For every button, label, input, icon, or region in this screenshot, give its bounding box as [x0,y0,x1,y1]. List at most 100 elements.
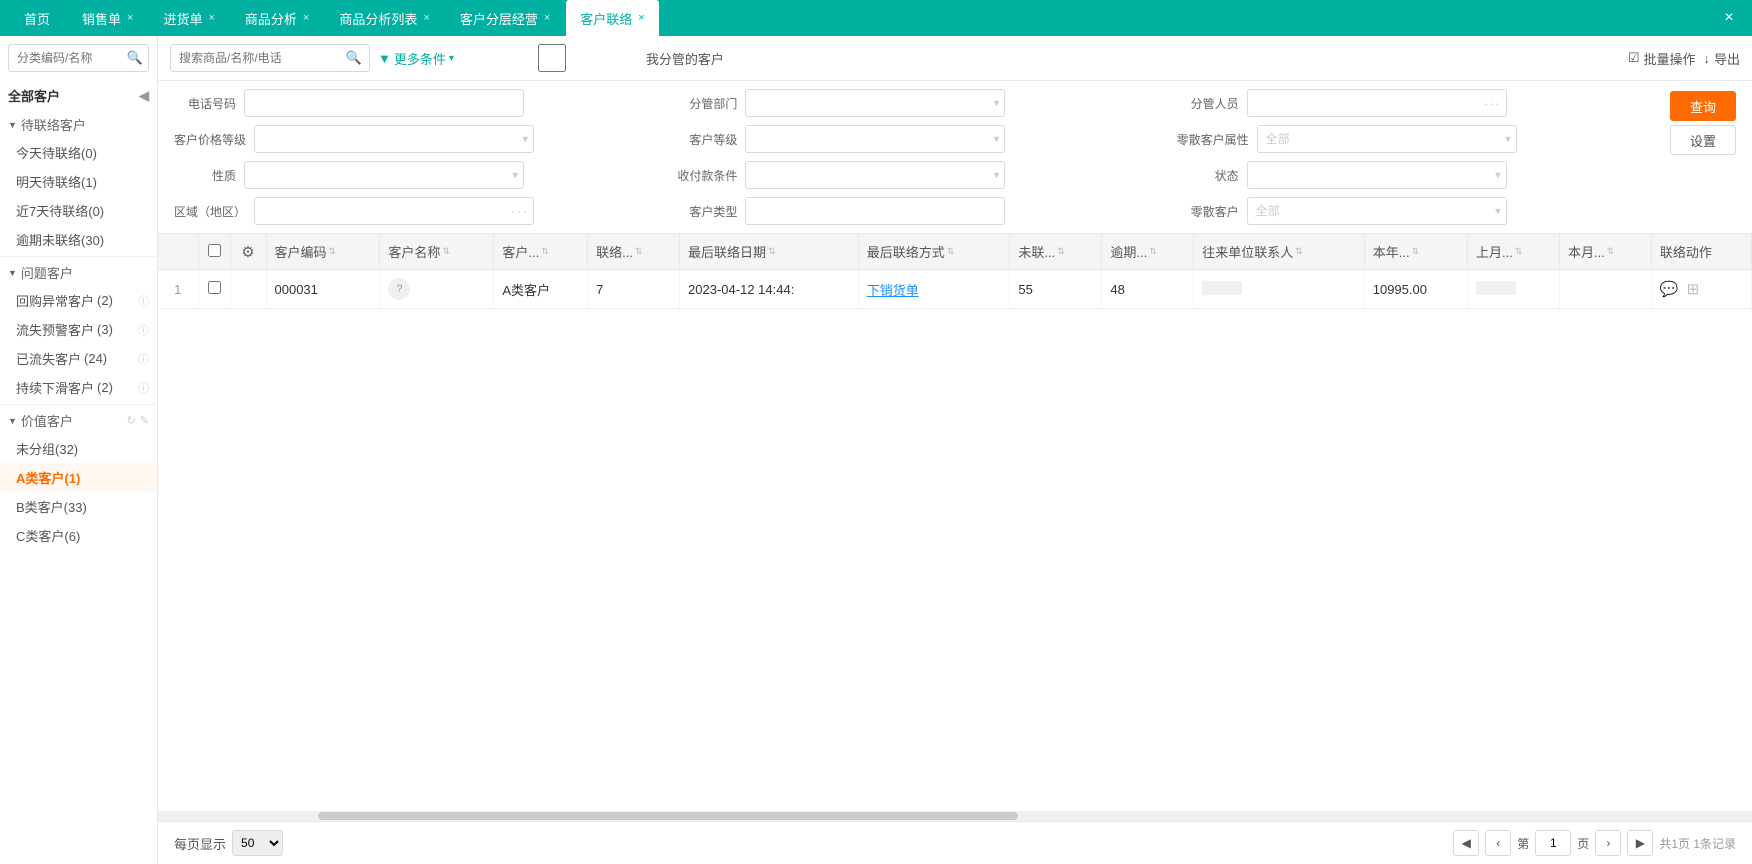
close-customer-segment-tab[interactable]: × [544,12,550,24]
name-sort-icon[interactable]: ⇅ [442,247,450,256]
sidebar-item-today-pending[interactable]: 今天待联络(0) [0,138,157,167]
all-customers-header[interactable]: 全部客户 ◀ [0,80,157,111]
select-all-checkbox[interactable] [208,244,221,257]
nav-tab-customer-segment[interactable]: 客户分层经营 × [446,0,564,36]
sidebar-item-unclassified[interactable]: 未分组(32) [0,434,157,463]
page-size-selector: 每页显示 50 100 200 [174,830,283,856]
col-gear: ⚙ [230,234,266,270]
col-name: 客户名称 ⇅ [380,234,494,270]
horizontal-scrollbar[interactable] [158,811,1752,821]
row-last-method-cell: 下销货单 [858,270,1010,309]
row-checkbox[interactable] [208,281,221,294]
scrollbar-thumb[interactable] [318,812,1018,820]
customer-type-label: 客户类型 [675,203,745,220]
page-number-input[interactable] [1535,830,1571,856]
query-button[interactable]: 查询 [1670,91,1736,121]
filter-rows-wrapper: 电话号码 分管部门 ▾ 分管人员 [174,89,1736,225]
nav-tab-sales[interactable]: 销售单 × [68,0,147,36]
my-customers-checkbox-container[interactable]: 我分管的客户 [462,44,724,72]
contact-sort-icon[interactable]: ⇅ [635,247,643,256]
sidebar-item-class-a[interactable]: A类客户(1) [0,463,157,492]
payment-field: 收付款条件 ▾ [675,161,1152,189]
sidebar-item-class-c[interactable]: C类客户(6) [0,521,157,550]
region-input[interactable] [254,197,534,225]
sidebar-search-container: 🔍 [0,36,157,80]
payment-select[interactable] [745,161,1005,189]
search-wrapper: 🔍 [170,44,370,72]
sidebar-item-declining[interactable]: 持续下滑客户 (2) ⓘ [0,373,157,402]
edit-icon[interactable]: ✎ [140,414,149,427]
code-sort-icon[interactable]: ⇅ [329,247,337,256]
pending-group-title[interactable]: ▼ 待联络客户 [0,111,157,138]
unit-contact-sort-icon[interactable]: ⇅ [1295,247,1303,256]
col-checkbox [198,234,230,270]
nav-tab-purchase[interactable]: 进货单 × [149,0,228,36]
this-month-sort-icon[interactable]: ⇅ [1607,247,1615,256]
settings-button[interactable]: 设置 [1670,125,1736,155]
this-year-sort-icon[interactable]: ⇅ [1412,247,1420,256]
refresh-icon[interactable]: ↻ [127,414,136,427]
sidebar-item-churned[interactable]: 已流失客户 (24) ⓘ [0,344,157,373]
main-layout: 🔍 全部客户 ◀ ▼ 待联络客户 今天待联络(0) 明天待联络(1) 近7天待联… [0,36,1752,864]
last-method-sort-icon[interactable]: ⇅ [947,247,955,256]
row-code-cell: 000031 [266,270,380,309]
dept-select[interactable] [745,89,1005,117]
customer-tier-field: 客户等级 ▾ [675,125,1152,153]
price-tier-select[interactable] [254,125,534,153]
sidebar-item-overdue-pending[interactable]: 逾期未联络(30) [0,225,157,254]
sidebar-item-churn-warning[interactable]: 流失预警客户 (3) ⓘ [0,315,157,344]
batch-operation-button[interactable]: ☑ 批量操作 [1628,49,1696,68]
nav-home[interactable]: 首页 [8,0,66,36]
customer-type-input[interactable] [745,197,1005,225]
close-product-analysis-tab[interactable]: × [303,12,309,24]
col-unit-contact: 往来单位联系人 ⇅ [1194,234,1364,270]
main-search-icon[interactable]: 🔍 [346,50,362,66]
sidebar-item-repurchase-abnormal[interactable]: 回购异常客户 (2) ⓘ [0,286,157,315]
payment-label: 收付款条件 [675,167,745,184]
more-filter-button[interactable]: ▼ 更多条件 ▾ [378,49,454,68]
window-close-button[interactable]: × [1714,3,1744,33]
nav-tab-product-list[interactable]: 商品分析列表 × [325,0,443,36]
type-sort-icon[interactable]: ⇅ [541,247,549,256]
chat-action-icon[interactable]: 💬 [1660,280,1679,298]
customer-table: ⚙ 客户编码 ⇅ 客户名称 ⇅ [158,234,1752,309]
customer-tier-select[interactable] [745,125,1005,153]
sidebar-item-class-b[interactable]: B类客户(33) [0,492,157,521]
status-select[interactable] [1247,161,1507,189]
close-customer-contact-tab[interactable]: × [638,12,644,24]
last-month-sort-icon[interactable]: ⇅ [1515,247,1523,256]
sidebar-item-7days-pending[interactable]: 近7天待联络(0) [0,196,157,225]
next-page-button[interactable]: › [1595,830,1621,856]
filter-row-1: 电话号码 分管部门 ▾ 分管人员 [174,89,1654,117]
value-group-title[interactable]: ▼ 价值客户 ↻ ✎ [0,407,157,434]
last-page-button[interactable]: ▶ [1627,830,1653,856]
table-settings-icon[interactable]: ⚙ [241,244,254,261]
nature-select[interactable] [244,161,524,189]
sidebar-search-icon[interactable]: 🔍 [127,50,143,66]
grid-action-icon[interactable]: ⊞ [1687,280,1700,298]
first-page-button[interactable]: ◀ [1453,830,1479,856]
last-date-sort-icon[interactable]: ⇅ [768,247,776,256]
retail-customer-select[interactable]: 全部 [1247,197,1507,225]
per-page-select[interactable]: 50 100 200 [232,830,283,856]
sidebar-item-tomorrow-pending[interactable]: 明天待联络(1) [0,167,157,196]
nav-tab-customer-contact[interactable]: 客户联络 × [566,0,658,36]
close-product-list-tab[interactable]: × [423,12,429,24]
phone-input[interactable] [244,89,524,117]
not-contacted-sort-icon[interactable]: ⇅ [1057,247,1065,256]
export-button[interactable]: ↓ 导出 [1703,49,1740,68]
sidebar: 🔍 全部客户 ◀ ▼ 待联络客户 今天待联络(0) 明天待联络(1) 近7天待联… [0,36,158,864]
nav-tab-product-analysis[interactable]: 商品分析 × [231,0,323,36]
my-customers-checkbox[interactable] [462,44,642,72]
last-method-link[interactable]: 下销货单 [867,283,919,298]
manager-input[interactable] [1247,89,1507,117]
collapse-sidebar-icon[interactable]: ◀ [139,88,149,104]
overdue-sort-icon[interactable]: ⇅ [1149,247,1157,256]
prev-page-button[interactable]: ‹ [1485,830,1511,856]
status-field: 状态 ▾ [1177,161,1654,189]
close-sales-tab[interactable]: × [127,12,133,24]
problem-group-title[interactable]: ▼ 问题客户 [0,259,157,286]
main-search-input[interactable] [170,44,370,72]
close-purchase-tab[interactable]: × [208,12,214,24]
retail-attr-select[interactable]: 全部 [1257,125,1517,153]
